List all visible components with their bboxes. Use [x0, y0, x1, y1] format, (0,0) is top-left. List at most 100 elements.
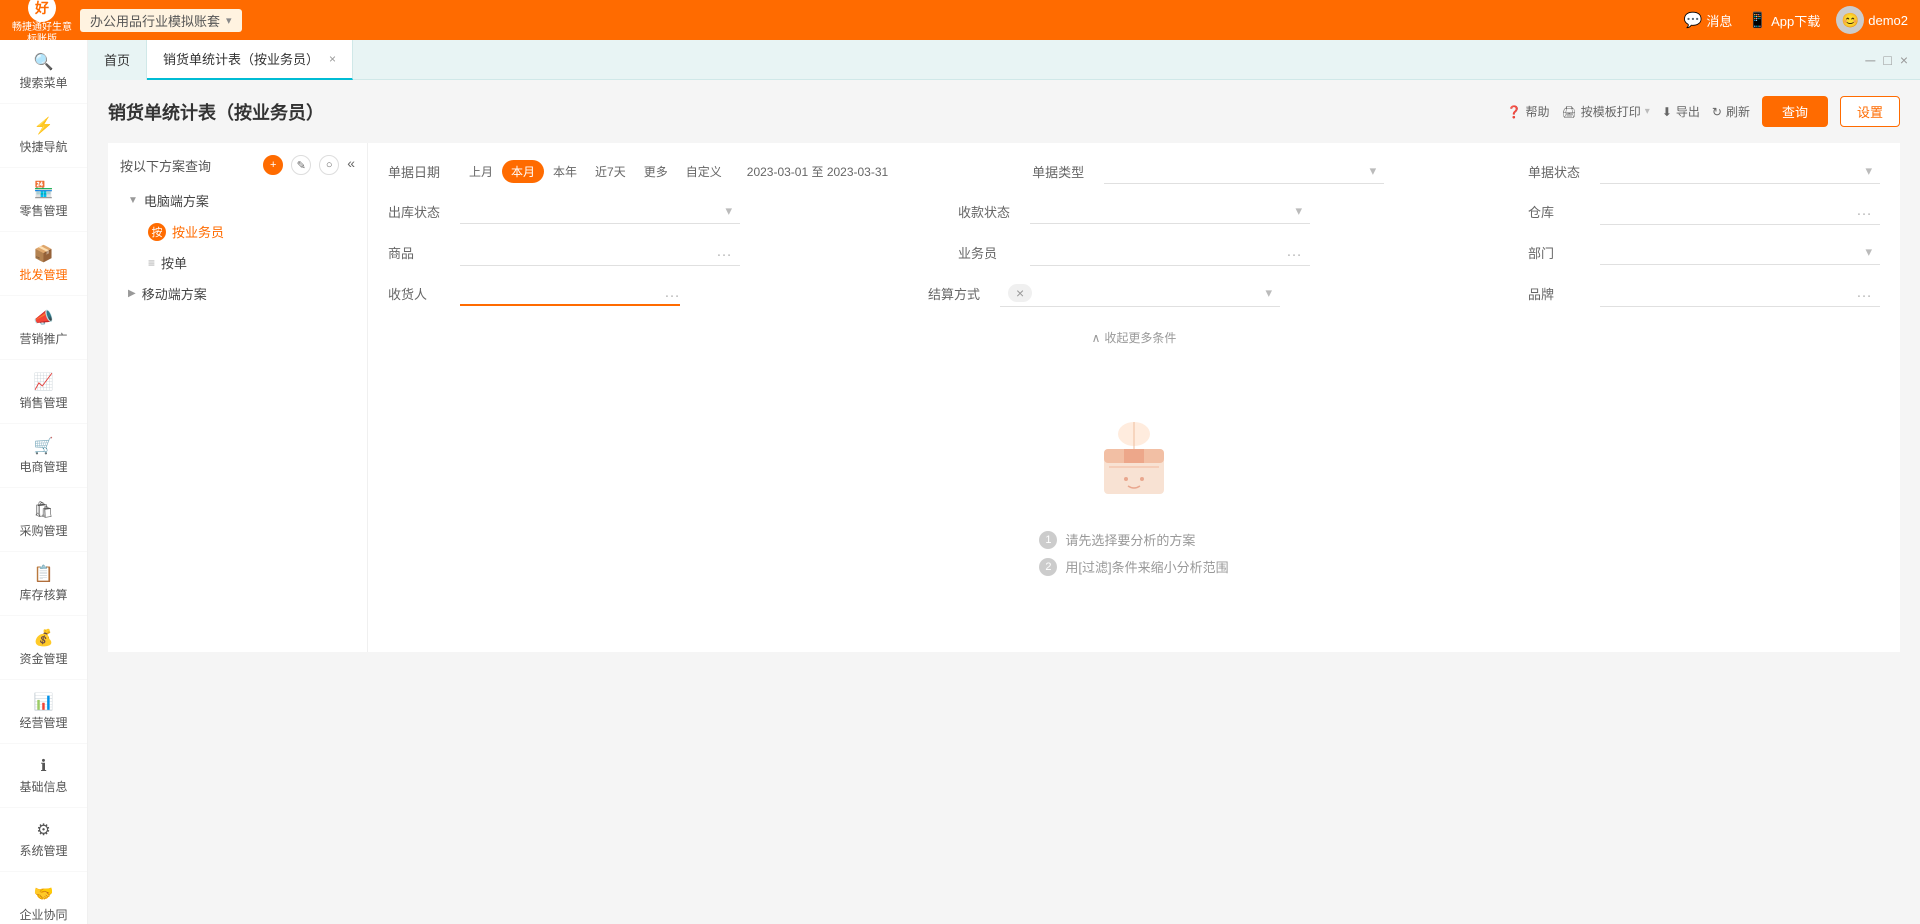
- page-header: 销货单统计表（按业务员） ❓ 帮助 🖨 按模板打印 ▾ ⬇: [108, 96, 1900, 127]
- lp-circle-btn[interactable]: ○: [319, 155, 339, 175]
- out-status-select[interactable]: ▾: [460, 199, 740, 224]
- tab-active[interactable]: 销货单统计表（按业务员） ×: [147, 40, 353, 80]
- lp-add-btn[interactable]: +: [263, 155, 283, 175]
- consignee-dots[interactable]: …: [664, 284, 680, 302]
- help-icon: ❓: [1507, 105, 1522, 119]
- doc-status-select[interactable]: ▾: [1600, 159, 1880, 184]
- help-btn[interactable]: ❓ 帮助: [1507, 103, 1550, 120]
- date-tabs: 上月 本月 本年 近7天 更多 自定义: [460, 160, 731, 183]
- main-content-wrapper: 按以下方案查询 + ✎ ○: [108, 143, 1900, 652]
- sidebar-label-wholesale: 批发管理: [19, 266, 67, 283]
- sidebar-item-system[interactable]: ⚙ 系统管理: [0, 808, 87, 872]
- app-title[interactable]: 办公用品行业模拟账套 ▾: [80, 9, 242, 32]
- user-nav[interactable]: 😊 demo2: [1836, 6, 1908, 34]
- tab-home[interactable]: 首页: [88, 40, 147, 80]
- app-download-nav[interactable]: 📱 App下载: [1748, 11, 1820, 30]
- doc-status-label: 单据状态: [1528, 162, 1584, 181]
- circle-icon: ○: [326, 159, 333, 171]
- inventory-icon: 📋: [34, 564, 54, 584]
- brand-select[interactable]: …: [1600, 280, 1880, 307]
- settings-button[interactable]: 设置: [1840, 96, 1900, 127]
- receive-status-select[interactable]: ▾: [1030, 199, 1310, 224]
- settlement-label: 结算方式: [928, 284, 984, 303]
- sales-icon: 📈: [34, 372, 54, 392]
- print-label: 按模板打印: [1581, 103, 1641, 120]
- sidebar-item-marketing[interactable]: 📣 营销推广: [0, 296, 87, 360]
- tree-section-mobile[interactable]: ▶ 移动端方案: [120, 278, 355, 309]
- tree-item-salesperson[interactable]: 按 按业务员: [140, 216, 355, 247]
- date-tab-thismonth[interactable]: 本月: [502, 160, 544, 183]
- date-tab-custom[interactable]: 自定义: [677, 160, 731, 183]
- sidebar-item-inventory[interactable]: 📋 库存核算: [0, 552, 87, 616]
- filter-row-2: 出库状态 ▾ 收款状态 ▾ 仓库: [388, 198, 1880, 225]
- win-max-btn[interactable]: □: [1883, 52, 1891, 68]
- date-range: 2023-03-01 至 2023-03-31: [747, 163, 888, 180]
- sidebar-label-retail: 零售管理: [19, 202, 67, 219]
- tree-item-order[interactable]: ≡ 按单: [140, 247, 355, 278]
- receive-status-label: 收款状态: [958, 202, 1014, 221]
- tab-close-icon[interactable]: ×: [329, 52, 336, 66]
- sidebar-label-finance: 资金管理: [19, 650, 67, 667]
- date-tab-7days[interactable]: 近7天: [586, 160, 635, 183]
- refresh-btn[interactable]: ↻ 刷新: [1712, 103, 1750, 120]
- salesperson-dots[interactable]: …: [1286, 243, 1302, 261]
- export-btn[interactable]: ⬇ 导出: [1662, 103, 1700, 120]
- wholesale-icon: 📦: [34, 244, 54, 264]
- brand-dots[interactable]: …: [1856, 284, 1872, 302]
- settlement-tag-close[interactable]: ×: [1016, 286, 1024, 300]
- sidebar-label-system: 系统管理: [19, 842, 67, 859]
- date-tab-more[interactable]: 更多: [635, 160, 677, 183]
- warehouse-dots[interactable]: …: [1856, 202, 1872, 220]
- win-min-btn[interactable]: ─: [1865, 52, 1875, 68]
- query-button[interactable]: 查询: [1762, 96, 1828, 127]
- department-label: 部门: [1528, 243, 1584, 262]
- print-btn[interactable]: 🖨 按模板打印 ▾: [1562, 103, 1650, 120]
- sidebar-item-finance[interactable]: 💰 资金管理: [0, 616, 87, 680]
- doc-status-arrow: ▾: [1865, 163, 1872, 179]
- sidebar: 🔍 搜索菜单 ⚡ 快捷导航 🏪 零售管理 📦 批发管理 📣 营销推广 📈: [0, 40, 88, 924]
- sidebar-item-basic[interactable]: ℹ 基础信息: [0, 744, 87, 808]
- date-tab-thisyear[interactable]: 本年: [544, 160, 586, 183]
- message-nav[interactable]: 💬 消息: [1684, 11, 1733, 30]
- collapse-icon: ∧: [1092, 331, 1101, 345]
- system-icon: ⚙: [36, 820, 50, 840]
- lp-icons: + ✎ ○ «: [263, 155, 355, 175]
- sidebar-item-quicknav[interactable]: ⚡ 快捷导航: [0, 104, 87, 168]
- salesperson-select[interactable]: …: [1030, 239, 1310, 266]
- sidebar-label-quicknav: 快捷导航: [19, 138, 67, 155]
- out-status-arrow: ▾: [725, 203, 732, 219]
- department-select[interactable]: ▾: [1600, 240, 1880, 265]
- sidebar-label-search: 搜索菜单: [19, 74, 67, 91]
- tree-section-pc[interactable]: ▼ 电脑端方案: [120, 185, 355, 216]
- sidebar-item-retail[interactable]: 🏪 零售管理: [0, 168, 87, 232]
- sidebar-item-search[interactable]: 🔍 搜索菜单: [0, 40, 87, 104]
- print-icon: 🖨: [1562, 105, 1577, 119]
- doc-type-select[interactable]: ▾: [1104, 159, 1384, 184]
- date-label: 单据日期: [388, 162, 444, 181]
- sidebar-item-ecommerce[interactable]: 🛒 电商管理: [0, 424, 87, 488]
- date-tab-lastmonth[interactable]: 上月: [460, 160, 502, 183]
- receive-status-arrow: ▾: [1295, 203, 1302, 219]
- message-label: 消息: [1706, 11, 1732, 30]
- goods-dots[interactable]: …: [716, 243, 732, 261]
- empty-tip-2: 2 用[过滤]条件来缩小分析范围: [1039, 557, 1228, 576]
- search-icon: 🔍: [34, 52, 54, 72]
- sidebar-item-collab[interactable]: 🤝 企业协同: [0, 872, 87, 924]
- win-close-btn[interactable]: ×: [1900, 52, 1908, 68]
- warehouse-select[interactable]: …: [1600, 198, 1880, 225]
- sidebar-item-operations[interactable]: 📊 经营管理: [0, 680, 87, 744]
- sidebar-item-wholesale[interactable]: 📦 批发管理: [0, 232, 87, 296]
- consignee-input[interactable]: [460, 281, 660, 304]
- date-control: 上月 本月 本年 近7天 更多 自定义 2023-03-01 至 2023-03…: [460, 160, 888, 183]
- retail-icon: 🏪: [34, 180, 54, 200]
- goods-select[interactable]: …: [460, 239, 740, 266]
- settlement-select[interactable]: × ▾: [1000, 280, 1280, 307]
- collapse-row[interactable]: ∧ 收起更多条件: [388, 321, 1880, 354]
- tree-arrow-mobile: ▶: [128, 288, 136, 299]
- sidebar-item-sales[interactable]: 📈 销售管理: [0, 360, 87, 424]
- lp-edit-btn[interactable]: ✎: [291, 155, 311, 175]
- collapse-icon: «: [347, 155, 355, 171]
- sidebar-item-purchase[interactable]: 🛍 采购管理: [0, 488, 87, 552]
- refresh-label: 刷新: [1726, 103, 1750, 120]
- lp-collapse-btn[interactable]: «: [347, 155, 355, 175]
